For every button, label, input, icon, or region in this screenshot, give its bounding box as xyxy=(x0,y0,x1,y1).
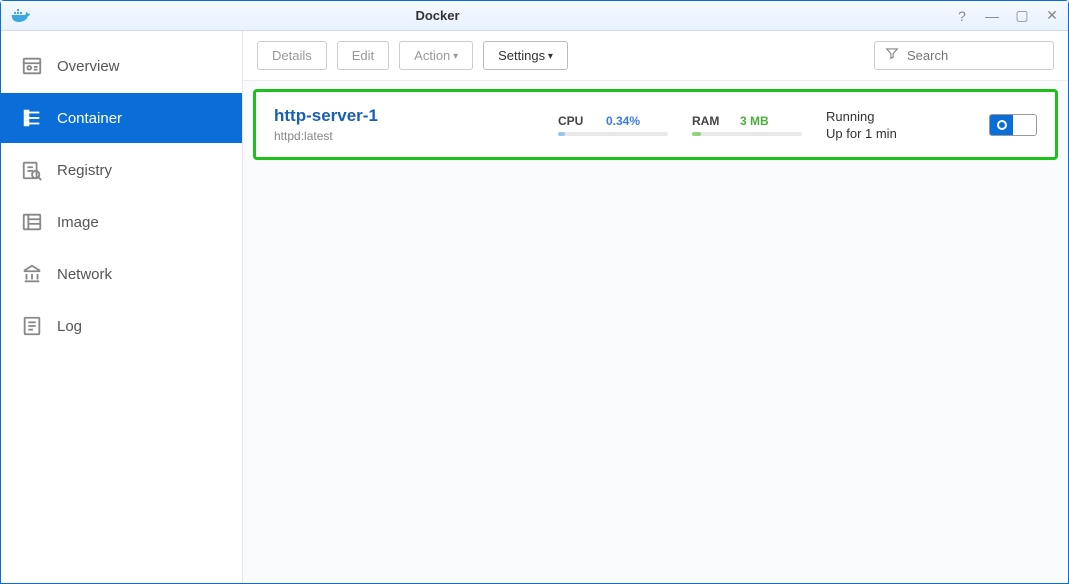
minimize-icon[interactable]: — xyxy=(984,8,1000,24)
cpu-bar xyxy=(558,132,668,136)
log-icon xyxy=(21,315,43,337)
search-input[interactable] xyxy=(907,48,1068,63)
filter-icon xyxy=(885,46,899,65)
network-icon xyxy=(21,263,43,285)
sidebar-item-container[interactable]: Container xyxy=(1,93,242,143)
body: Overview Container Registry Image xyxy=(1,31,1068,583)
sidebar-item-registry[interactable]: Registry xyxy=(1,145,242,195)
toolbar: Details Edit Action Settings xyxy=(243,31,1068,81)
sidebar-item-label: Image xyxy=(57,214,99,231)
ram-value: 3 MB xyxy=(740,114,769,128)
settings-button[interactable]: Settings xyxy=(483,41,568,70)
container-image: httpd:latest xyxy=(274,129,534,143)
action-button[interactable]: Action xyxy=(399,41,473,70)
edit-button[interactable]: Edit xyxy=(337,41,389,70)
cpu-metric: CPU 0.34% xyxy=(558,114,668,136)
power-toggle[interactable] xyxy=(989,114,1037,136)
toggle-on-icon xyxy=(997,120,1007,130)
titlebar: Docker ? — ▢ ✕ xyxy=(1,1,1068,31)
image-icon xyxy=(21,211,43,233)
sidebar-item-label: Container xyxy=(57,110,122,127)
details-button[interactable]: Details xyxy=(257,41,327,70)
ram-bar xyxy=(692,132,802,136)
cpu-label: CPU xyxy=(558,114,590,128)
sidebar-item-label: Network xyxy=(57,266,112,283)
sidebar-item-image[interactable]: Image xyxy=(1,197,242,247)
sidebar: Overview Container Registry Image xyxy=(1,31,243,583)
sidebar-item-overview[interactable]: Overview xyxy=(1,41,242,91)
content: http-server-1 httpd:latest CPU 0.34% RAM xyxy=(243,81,1068,583)
overview-icon xyxy=(21,55,43,77)
docker-whale-icon xyxy=(9,4,33,28)
window-title: Docker xyxy=(41,8,834,23)
help-icon[interactable]: ? xyxy=(954,8,970,24)
close-icon[interactable]: ✕ xyxy=(1044,8,1060,24)
sidebar-item-label: Registry xyxy=(57,162,112,179)
sidebar-item-label: Overview xyxy=(57,58,120,75)
container-card[interactable]: http-server-1 httpd:latest CPU 0.34% RAM xyxy=(253,89,1058,160)
app-window: Docker ? — ▢ ✕ Overview Container xyxy=(0,0,1069,584)
search-box[interactable] xyxy=(874,41,1054,70)
registry-icon xyxy=(21,159,43,181)
ram-label: RAM xyxy=(692,114,724,128)
container-uptime: Up for 1 min xyxy=(826,126,936,141)
container-icon xyxy=(21,107,43,129)
sidebar-item-label: Log xyxy=(57,318,82,335)
sidebar-item-network[interactable]: Network xyxy=(1,249,242,299)
cpu-value: 0.34% xyxy=(606,114,640,128)
main: Details Edit Action Settings http-server… xyxy=(243,31,1068,583)
sidebar-item-log[interactable]: Log xyxy=(1,301,242,351)
container-status: Running xyxy=(826,109,936,124)
container-name: http-server-1 xyxy=(274,106,534,126)
maximize-icon[interactable]: ▢ xyxy=(1014,8,1030,24)
ram-metric: RAM 3 MB xyxy=(692,114,802,136)
